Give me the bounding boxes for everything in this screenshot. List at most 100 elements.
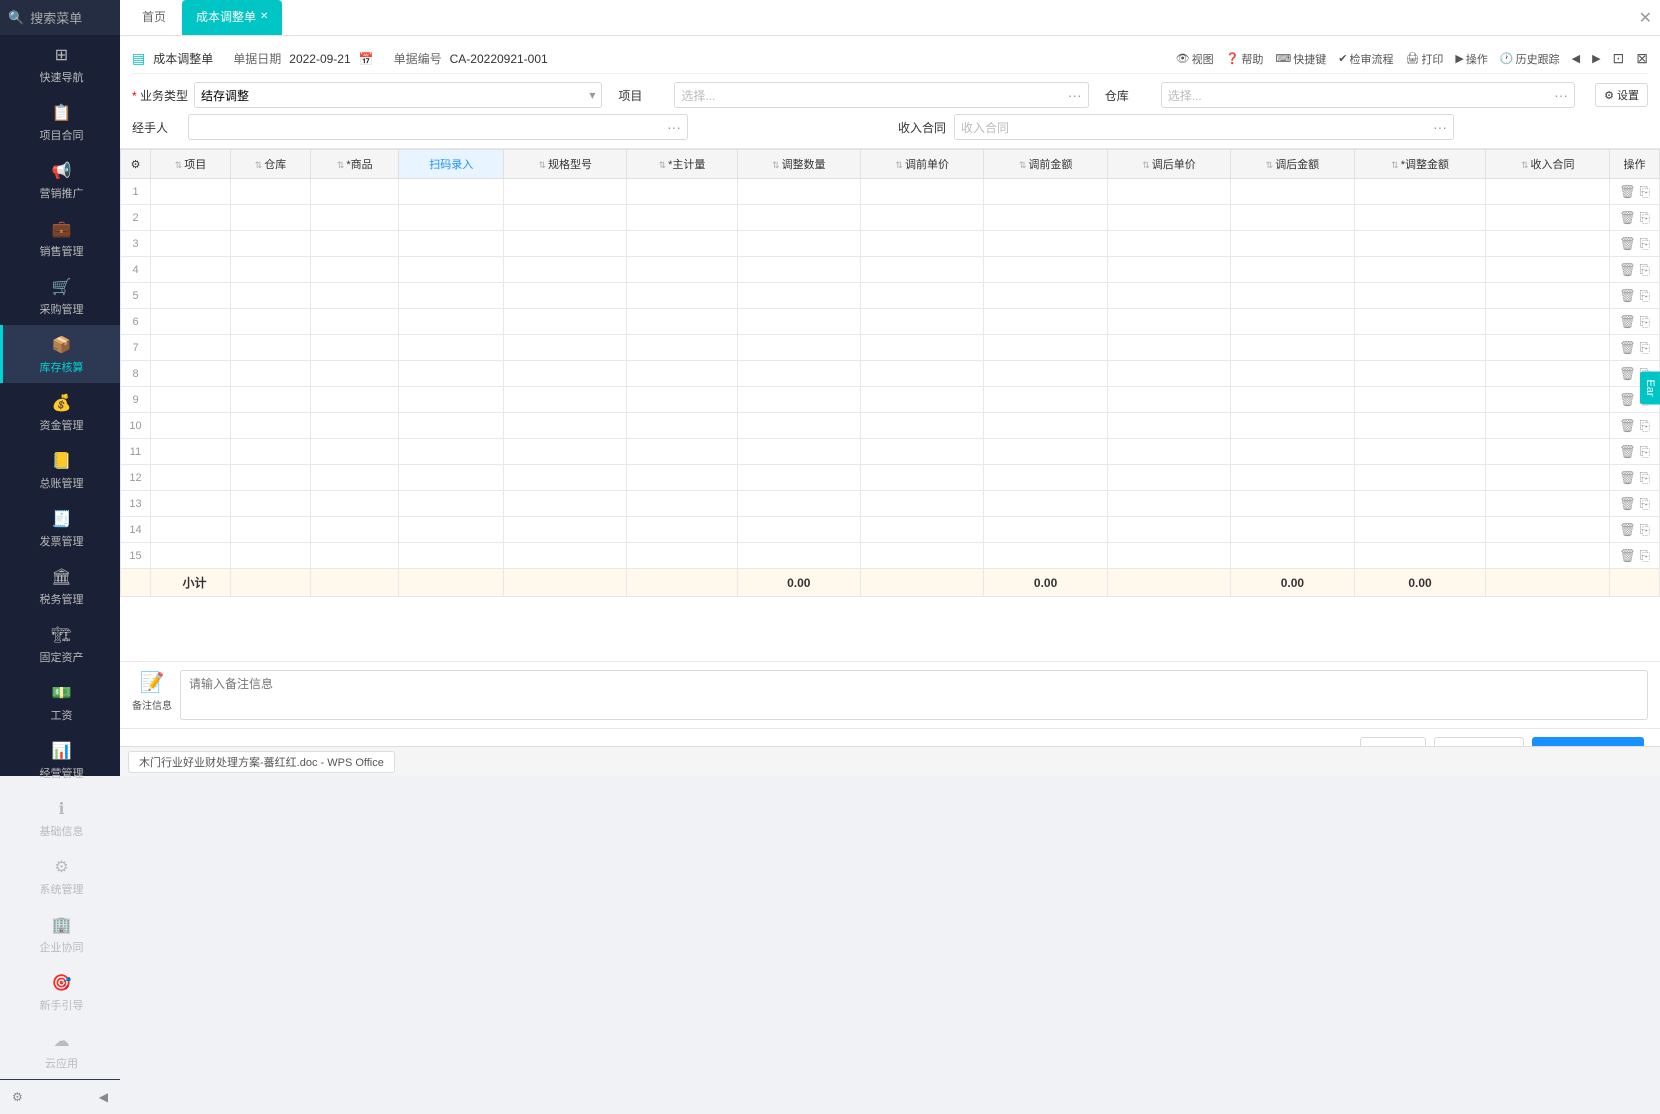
toolbar-collapse[interactable]: ⊠ [1636,50,1648,67]
table-cell[interactable] [504,257,627,283]
delete-icon[interactable]: 🗑 [1619,366,1636,382]
col-income-contract[interactable]: ⇅收入合同 [1486,150,1610,179]
table-cell[interactable] [737,361,860,387]
table-cell[interactable] [861,283,984,309]
table-cell[interactable] [1231,465,1354,491]
table-cell[interactable] [504,179,627,205]
table-cell[interactable] [1107,335,1230,361]
table-cell[interactable] [861,491,984,517]
tab-cost-adjust[interactable]: 成本调整单 ✕ [182,0,282,35]
table-cell[interactable] [399,257,504,283]
table-cell[interactable] [984,309,1107,335]
table-cell[interactable] [1354,439,1486,465]
settings-button[interactable]: ⚙ 设置 [1595,83,1648,107]
table-cell[interactable] [984,465,1107,491]
sidebar-item-sales-mgmt[interactable]: 💼 销售管理 [0,209,120,267]
table-cell[interactable] [984,387,1107,413]
table-cell[interactable] [627,205,737,231]
delete-icon[interactable]: 🗑 [1619,314,1636,330]
table-cell[interactable] [311,387,399,413]
business-type-input[interactable]: 结存调整 ▾ [194,82,602,108]
table-cell[interactable] [861,439,984,465]
copy-icon[interactable]: ⎘ [1640,184,1650,200]
table-cell[interactable] [1107,231,1230,257]
table-cell[interactable] [399,517,504,543]
table-cell[interactable] [984,439,1107,465]
table-cell[interactable] [984,283,1107,309]
delete-icon[interactable]: 🗑 [1619,496,1636,512]
toolbar-nav-next[interactable]: ▶ [1592,52,1600,65]
table-cell[interactable] [1231,413,1354,439]
table-cell[interactable] [311,335,399,361]
col-before-price[interactable]: ⇅调前单价 [861,150,984,179]
table-cell[interactable] [151,491,231,517]
delete-icon[interactable]: 🗑 [1619,262,1636,278]
table-cell[interactable] [504,387,627,413]
table-cell[interactable] [1231,205,1354,231]
table-cell[interactable] [504,413,627,439]
table-cell[interactable] [311,179,399,205]
delete-icon[interactable]: 🗑 [1619,184,1636,200]
table-cell[interactable] [399,179,504,205]
table-cell[interactable] [737,413,860,439]
table-cell[interactable] [1231,543,1354,569]
copy-icon[interactable]: ⎘ [1640,340,1650,356]
table-cell[interactable] [504,335,627,361]
table-cell[interactable] [311,439,399,465]
table-cell[interactable] [861,413,984,439]
delete-icon[interactable]: 🗑 [1619,470,1636,486]
table-cell[interactable] [151,439,231,465]
delete-icon[interactable]: 🗑 [1619,236,1636,252]
table-cell[interactable] [984,257,1107,283]
table-cell[interactable] [231,439,311,465]
table-cell[interactable] [399,231,504,257]
toolbar-nav-prev[interactable]: ◀ [1572,52,1580,65]
table-cell[interactable] [1231,309,1354,335]
sidebar-item-purchase-mgmt[interactable]: 🛒 采购管理 [0,267,120,325]
table-cell[interactable] [1486,309,1610,335]
table-cell[interactable] [1354,543,1486,569]
col-goods[interactable]: ⇅*商品 [311,150,399,179]
table-cell[interactable] [984,361,1107,387]
table-cell[interactable] [504,231,627,257]
toolbar-review[interactable]: ✔检审流程 [1338,51,1393,67]
col-adjust-amount[interactable]: ⇅*调整金额 [1354,150,1486,179]
table-cell[interactable] [627,309,737,335]
table-cell[interactable] [1107,543,1230,569]
table-cell[interactable] [1107,179,1230,205]
table-cell[interactable] [984,517,1107,543]
project-input[interactable]: 选择... ··· [674,82,1088,108]
table-cell[interactable] [504,439,627,465]
table-cell[interactable] [231,179,311,205]
delete-icon[interactable]: 🗑 [1619,522,1636,538]
table-cell[interactable] [737,491,860,517]
table-cell[interactable] [737,231,860,257]
col-project[interactable]: ⇅项目 [151,150,231,179]
table-cell[interactable] [1107,465,1230,491]
copy-icon[interactable]: ⎘ [1640,444,1650,460]
copy-icon[interactable]: ⎘ [1640,236,1650,252]
table-cell[interactable] [399,335,504,361]
table-cell[interactable] [1231,439,1354,465]
sidebar-search[interactable]: 🔍 搜索菜单 [0,0,120,35]
table-cell[interactable] [151,335,231,361]
table-cell[interactable] [984,413,1107,439]
table-cell[interactable] [504,491,627,517]
copy-icon[interactable]: ⎘ [1640,314,1650,330]
table-cell[interactable] [1107,517,1230,543]
table-cell[interactable] [231,257,311,283]
sidebar-item-basic-info[interactable]: ℹ 基础信息 [0,789,120,847]
table-cell[interactable] [504,517,627,543]
table-cell[interactable] [1107,439,1230,465]
table-cell[interactable] [627,543,737,569]
table-cell[interactable] [399,205,504,231]
table-cell[interactable] [231,361,311,387]
table-cell[interactable] [311,205,399,231]
table-cell[interactable] [1354,309,1486,335]
table-cell[interactable] [861,543,984,569]
copy-icon[interactable]: ⎘ [1640,496,1650,512]
delete-icon[interactable]: 🗑 [1619,444,1636,460]
table-cell[interactable] [627,257,737,283]
table-cell[interactable] [861,335,984,361]
table-cell[interactable] [1354,283,1486,309]
